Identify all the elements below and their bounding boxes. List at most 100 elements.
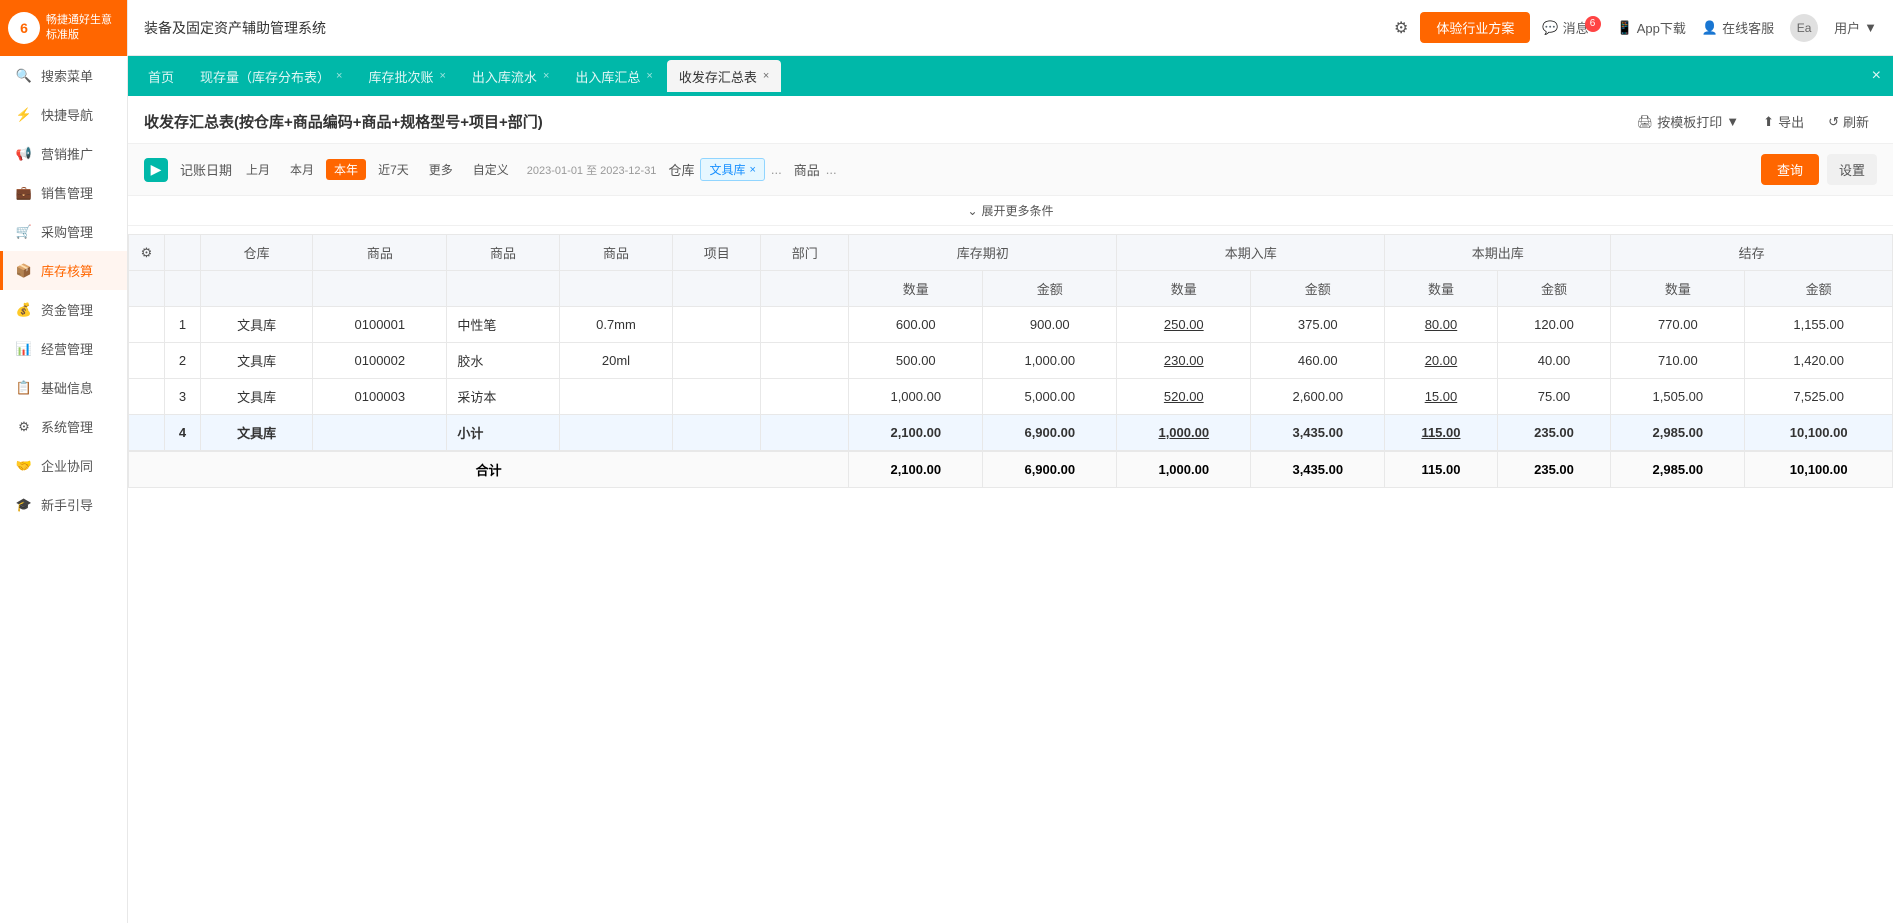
footer-start-amt: 6,900.00 [983,451,1117,488]
tab-label: 首页 [148,67,174,86]
row-start-amt: 900.00 [983,307,1117,343]
refresh-button[interactable]: ↺ 刷新 [1820,108,1877,135]
row-out-qty[interactable]: 15.00 [1385,379,1497,415]
sidebar-item-marketing[interactable]: 📢 营销推广 [0,134,127,173]
marketing-icon: 📢 [15,145,33,163]
footer-in-amt: 3,435.00 [1251,451,1385,488]
row-out-qty[interactable]: 80.00 [1385,307,1497,343]
sidebar-item-quick-nav[interactable]: ⚡ 快捷导航 [0,95,127,134]
settings-icon[interactable]: ⚙ [1394,18,1408,38]
tab-inventory-dist[interactable]: 现存量（库存分布表）× [188,60,354,92]
sidebar-item-finance[interactable]: 💰 资金管理 [0,290,127,329]
row-start-qty: 1,000.00 [849,379,983,415]
expand-more-button[interactable]: ⌄ 展开更多条件 [967,202,1053,219]
warehouse-tag[interactable]: 文具库 × [700,158,764,181]
row-settings[interactable] [129,343,165,379]
date-tab-last[interactable]: 上月 [238,159,278,180]
warehouse-more[interactable]: ... [771,162,782,177]
row-goods-name: 小计 [447,415,559,452]
filter-toggle-button[interactable]: ▶ [144,158,168,182]
row-project [673,343,761,379]
sidebar-item-guide[interactable]: 🎓 新手引导 [0,485,127,524]
date-tab-custom[interactable]: 自定义 [465,159,517,180]
row-goods-code [313,415,447,452]
avatar: Ea [1790,14,1818,42]
row-settings[interactable] [129,415,165,452]
row-out-qty[interactable]: 20.00 [1385,343,1497,379]
row-settings[interactable] [129,307,165,343]
col-project-sub [673,271,761,307]
sidebar-item-label: 快捷导航 [41,105,93,124]
sidebar-item-basic[interactable]: 📋 基础信息 [0,368,127,407]
row-in-qty[interactable]: 1,000.00 [1117,415,1251,452]
page-actions: 🖨 按模板打印 ▼ ⬆ 导出 ↺ 刷新 [1629,108,1877,135]
tab-close-batch[interactable]: × [439,70,445,82]
inventory-icon: 📦 [15,262,33,280]
row-settings[interactable] [129,379,165,415]
row-in-qty[interactable]: 250.00 [1117,307,1251,343]
row-in-qty[interactable]: 230.00 [1117,343,1251,379]
date-tab-recent7[interactable]: 近7天 [370,159,417,180]
tab-close-inout-flow[interactable]: × [543,70,549,82]
chevron-down-icon: ⌄ [967,204,977,218]
col-in-qty: 数量 [1117,271,1251,307]
row-bal-amt: 1,155.00 [1745,307,1893,343]
row-in-amt: 460.00 [1251,343,1385,379]
col-settings[interactable]: ⚙ [129,235,165,271]
tab-batch[interactable]: 库存批次账× [356,60,457,92]
refresh-icon: ↺ [1828,114,1839,130]
settings-button[interactable]: 设置 [1827,154,1877,185]
col-group-in: 本期入库 [1117,235,1385,271]
warehouse-tag-close[interactable]: × [749,164,755,176]
export-button[interactable]: ⬆ 导出 [1755,108,1812,135]
sidebar-item-search[interactable]: 🔍 搜索菜单 [0,56,127,95]
row-goods-spec: 0.7mm [559,307,673,343]
row-project [673,379,761,415]
tab-inout-flow[interactable]: 出入库流水× [460,60,561,92]
row-out-qty[interactable]: 115.00 [1385,415,1497,452]
row-start-amt: 6,900.00 [983,415,1117,452]
query-button[interactable]: 查询 [1761,154,1819,185]
tab-close-receivable-summary[interactable]: × [763,70,769,82]
date-tab-year[interactable]: 本年 [326,159,366,180]
tab-close-inventory-dist[interactable]: × [336,70,342,82]
table-container: ⚙ 仓库 商品 商品 商品 项目 部门 库存期初 本期入库 本期出库 结存 [128,226,1893,496]
system-icon: ⚙ [15,418,33,436]
page-header: 收发存汇总表(按仓库+商品编码+商品+规格型号+项目+部门) 🖨 按模板打印 ▼… [128,96,1893,144]
sidebar-item-sales[interactable]: 💼 销售管理 [0,173,127,212]
sidebar-item-label: 采购管理 [41,222,93,241]
user-menu-button[interactable]: 用户 ▼ [1834,18,1877,37]
trial-button[interactable]: 体验行业方案 [1420,12,1530,43]
message-icon: 💬 [1542,20,1558,36]
tab-receivable-summary[interactable]: 收发存汇总表× [667,60,781,92]
date-tab-more[interactable]: 更多 [421,159,461,180]
row-in-amt: 2,600.00 [1251,379,1385,415]
tab-bar-close[interactable]: × [1868,63,1885,89]
row-out-amt: 75.00 [1497,379,1611,415]
sidebar-item-operations[interactable]: 📊 经营管理 [0,329,127,368]
tab-home[interactable]: 首页 [136,60,186,92]
sidebar-item-system[interactable]: ⚙ 系统管理 [0,407,127,446]
date-tab-current[interactable]: 本月 [282,159,322,180]
row-start-qty: 2,100.00 [849,415,983,452]
logo-text: 畅捷通好生意 标准版 [46,13,112,44]
goods-more[interactable]: ... [826,162,837,177]
row-bal-qty: 1,505.00 [1611,379,1745,415]
message-button[interactable]: 💬 消息 6 [1542,18,1600,37]
tab-close-inout-summary[interactable]: × [646,70,652,82]
tab-inout-summary[interactable]: 出入库汇总× [563,60,664,92]
sidebar-logo: 6 畅捷通好生意 标准版 [0,0,127,56]
print-button[interactable]: 🖨 按模板打印 ▼ [1629,108,1747,135]
row-goods-spec [559,379,673,415]
date-filter-group: 记账日期 上月本月本年近7天更多自定义 2023-01-01 至 2023-12… [180,159,656,180]
row-goods-code: 0100001 [313,307,447,343]
app-download-button[interactable]: 📱 App下载 [1617,18,1686,37]
page-container: 收发存汇总表(按仓库+商品编码+商品+规格型号+项目+部门) 🖨 按模板打印 ▼… [128,96,1893,923]
sidebar-item-inventory[interactable]: 📦 库存核算 [0,251,127,290]
online-service-button[interactable]: 👤 在线客服 [1702,18,1774,37]
sidebar: 6 畅捷通好生意 标准版 🔍 搜索菜单 ⚡ 快捷导航 📢 营销推广 💼 销售管理… [0,0,128,923]
sidebar-item-corp[interactable]: 🤝 企业协同 [0,446,127,485]
row-in-qty[interactable]: 520.00 [1117,379,1251,415]
sidebar-item-purchase[interactable]: 🛒 采购管理 [0,212,127,251]
sidebar-item-label: 库存核算 [41,261,93,280]
